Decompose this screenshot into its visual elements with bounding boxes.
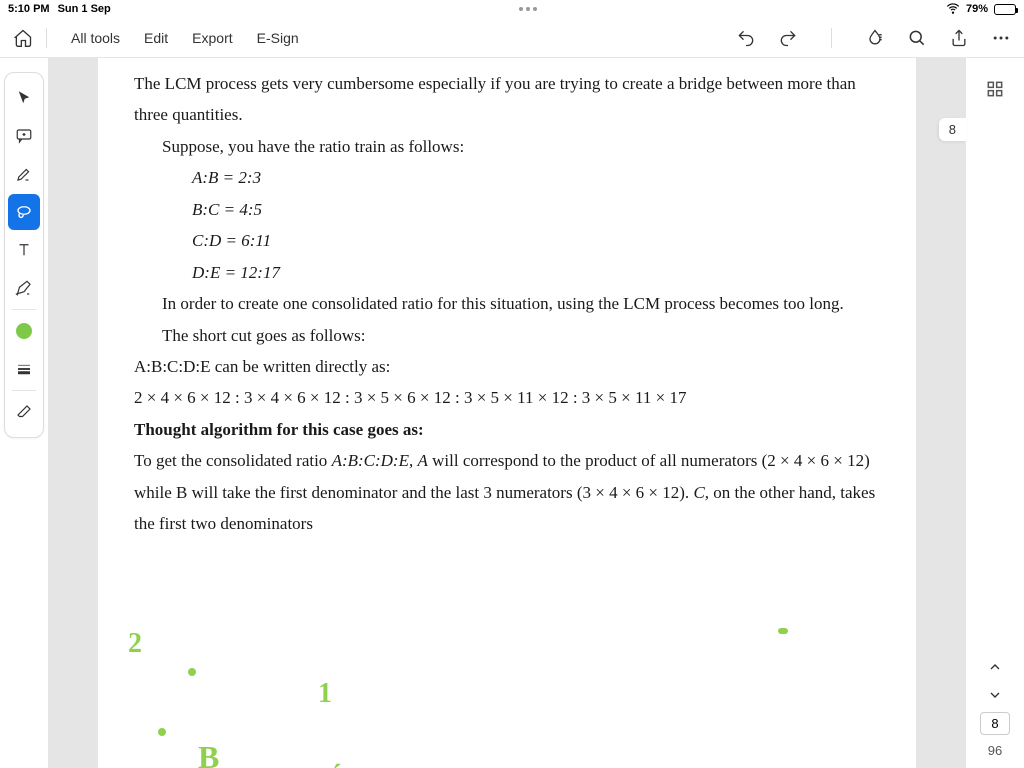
menu-export[interactable]: Export: [180, 24, 244, 52]
edit-tool-icon[interactable]: [8, 156, 40, 192]
ratio-line-1: A:B = 2:3: [192, 162, 880, 193]
more-icon[interactable]: [990, 27, 1012, 49]
share-icon[interactable]: [948, 27, 970, 49]
ratio-line-4: D:E = 12:17: [192, 257, 880, 288]
color-tool-icon[interactable]: [8, 313, 40, 349]
menu-edit[interactable]: Edit: [132, 24, 180, 52]
lasso-tool-icon[interactable]: [8, 194, 40, 230]
redo-icon[interactable]: [777, 27, 799, 49]
text-tool-icon[interactable]: [8, 232, 40, 268]
multitask-dots-icon[interactable]: [519, 7, 537, 11]
para-3: In order to create one consolidated rati…: [134, 288, 880, 319]
page-up-icon[interactable]: [984, 656, 1006, 678]
annotation-layer: 2 1 B ˏ: [98, 588, 916, 768]
handwriting-dot: [158, 728, 166, 736]
ink-drop-icon[interactable]: [864, 27, 886, 49]
search-icon[interactable]: [906, 27, 928, 49]
main-area: The LCM process gets very cumbersome esp…: [0, 58, 1024, 768]
handwriting-mark: [778, 628, 788, 634]
pen-tool-icon[interactable]: [8, 270, 40, 306]
para-4: The short cut goes as follows:: [134, 320, 880, 351]
para-8: To get the consolidated ratio A:B:C:D:E,…: [134, 445, 880, 539]
battery-percent: 79%: [966, 3, 988, 15]
status-bar: 5:10 PM Sun 1 Sep 79%: [0, 0, 1024, 18]
page-nav: 8 96: [966, 656, 1024, 758]
thumbnails-icon[interactable]: [984, 78, 1006, 100]
status-time: 5:10 PM: [8, 3, 50, 15]
page-down-icon[interactable]: [984, 684, 1006, 706]
comment-tool-icon[interactable]: [8, 118, 40, 154]
page-gutter-left: [48, 58, 98, 768]
handwriting-dot: [188, 668, 196, 676]
wifi-icon: [946, 1, 960, 18]
menu-esign[interactable]: E-Sign: [245, 24, 311, 52]
line-weight-tool-icon[interactable]: [8, 351, 40, 387]
status-date: Sun 1 Sep: [58, 3, 111, 15]
left-tool-rail: [0, 58, 48, 768]
menu-all-tools[interactable]: All tools: [59, 24, 132, 52]
undo-icon[interactable]: [735, 27, 757, 49]
para-6: 2 × 4 × 6 × 12 : 3 × 4 × 6 × 12 : 3 × 5 …: [134, 382, 880, 413]
ratio-line-3: C:D = 6:11: [192, 225, 880, 256]
handwriting-mark: ˏ: [333, 728, 342, 768]
page-number-input[interactable]: 8: [980, 712, 1009, 735]
battery-icon: [994, 4, 1016, 15]
top-toolbar: All tools Edit Export E-Sign: [0, 18, 1024, 58]
para-5: A:B:C:D:E can be written directly as:: [134, 351, 880, 382]
page-viewport[interactable]: The LCM process gets very cumbersome esp…: [98, 58, 916, 768]
handwriting-annotation: 1: [318, 668, 332, 720]
page-number-badge[interactable]: 8: [939, 118, 966, 141]
page-total: 96: [988, 743, 1002, 758]
right-sidebar: 8 96: [966, 58, 1024, 768]
para-1: The LCM process gets very cumbersome esp…: [134, 68, 880, 131]
para-7: Thought algorithm for this case goes as:: [134, 414, 880, 445]
eraser-tool-icon[interactable]: [8, 394, 40, 430]
page-gutter-right: 8: [916, 58, 966, 768]
handwriting-annotation: B: [198, 728, 219, 768]
document-page: The LCM process gets very cumbersome esp…: [98, 58, 916, 768]
home-icon[interactable]: [12, 27, 34, 49]
para-2: Suppose, you have the ratio train as fol…: [134, 131, 880, 162]
handwriting-annotation: 2: [128, 618, 142, 670]
select-tool-icon[interactable]: [8, 80, 40, 116]
ratio-line-2: B:C = 4:5: [192, 194, 880, 225]
